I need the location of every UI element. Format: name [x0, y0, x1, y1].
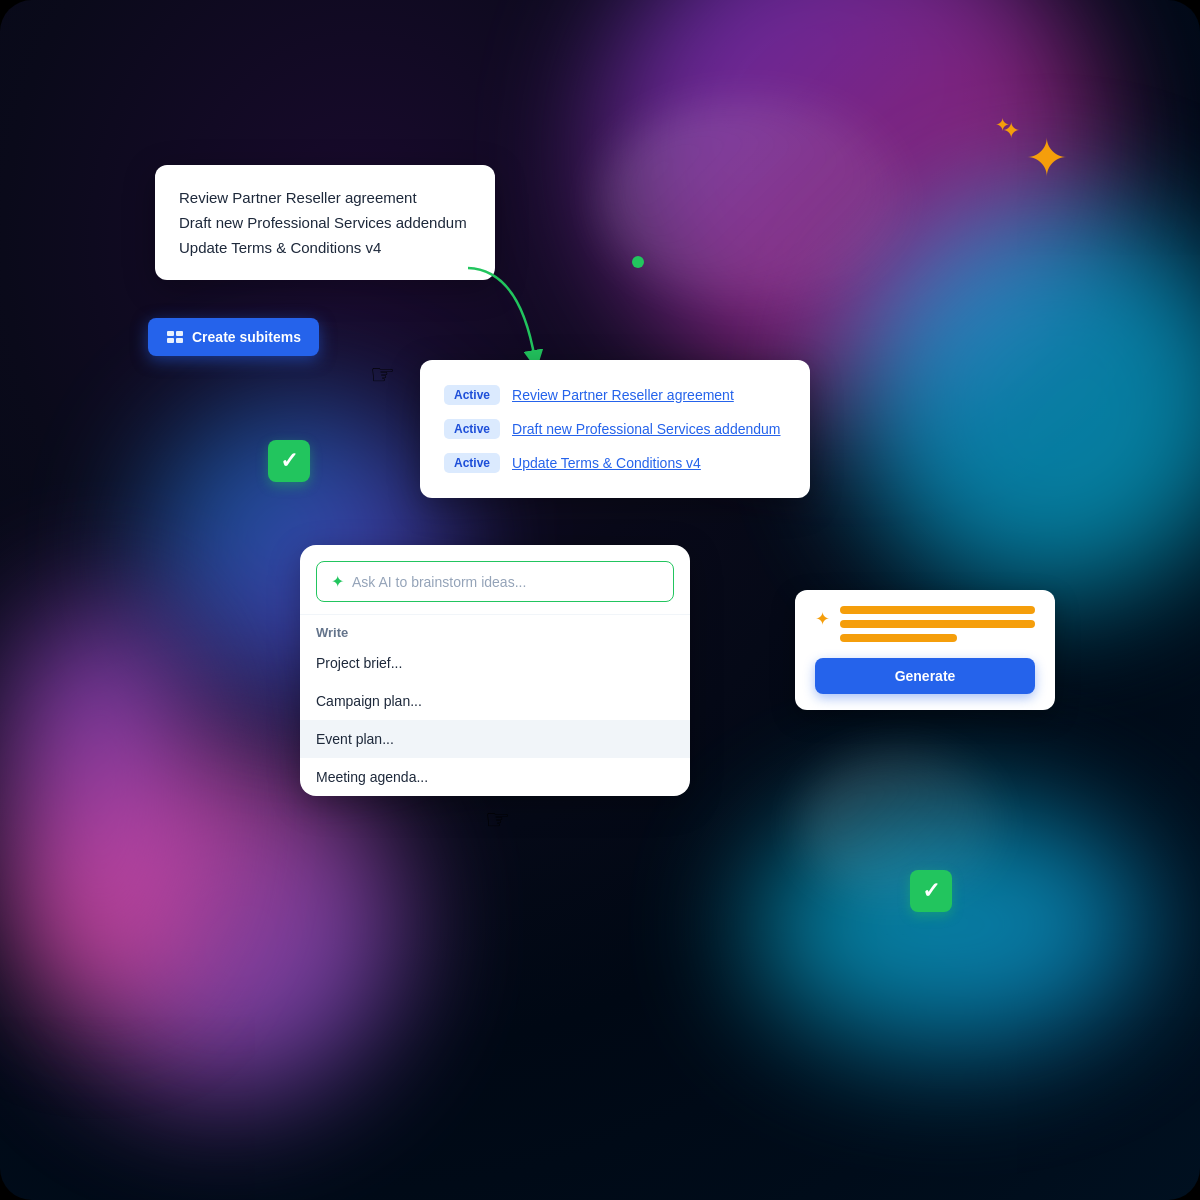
active-link-2[interactable]: Draft new Professional Services addendum — [512, 421, 780, 437]
cursor-pointer-2: ☞ — [485, 803, 510, 836]
task-item-2[interactable]: Draft new Professional Services addendum — [179, 210, 471, 235]
subitems-icon — [166, 328, 184, 346]
star-large-icon: ✦ — [1025, 128, 1069, 188]
active-row-2: Active Draft new Professional Services a… — [444, 412, 786, 446]
connector-dot — [632, 256, 644, 268]
ai-menu-campaign-plan[interactable]: Campaign plan... — [300, 682, 690, 720]
ai-input-placeholder: Ask AI to brainstorm ideas... — [352, 574, 526, 590]
generate-card: ✦ Generate — [795, 590, 1055, 710]
active-link-3[interactable]: Update Terms & Conditions v4 — [512, 455, 701, 471]
gen-line-1 — [840, 606, 1035, 614]
check-icon-2: ✓ — [922, 878, 940, 904]
tasks-card: Review Partner Reseller agreement Draft … — [155, 165, 495, 280]
gen-line-2 — [840, 620, 1035, 628]
check-badge-2: ✓ — [910, 870, 952, 912]
badge-active-1: Active — [444, 385, 500, 405]
task-item-1[interactable]: Review Partner Reseller agreement — [179, 185, 471, 210]
active-items-card: Active Review Partner Reseller agreement… — [420, 360, 810, 498]
generate-lines — [840, 606, 1035, 642]
svg-rect-3 — [176, 338, 183, 343]
create-subitems-label: Create subitems — [192, 329, 301, 345]
check-icon-1: ✓ — [280, 448, 298, 474]
ai-sparkle-icon: ✦ — [331, 572, 344, 591]
main-content: ✦ ✦ ✦ Review Partner Reseller agreement … — [0, 0, 1200, 1200]
badge-active-2: Active — [444, 419, 500, 439]
gen-line-3 — [840, 634, 957, 642]
svg-rect-1 — [176, 331, 183, 336]
cursor-pointer-1: ☞ — [370, 358, 395, 391]
svg-rect-0 — [167, 331, 174, 336]
create-subitems-button[interactable]: Create subitems — [148, 318, 319, 356]
star-small-2-icon: ✦ — [995, 114, 1010, 136]
ai-input-field[interactable]: ✦ Ask AI to brainstorm ideas... — [316, 561, 674, 602]
generate-sparkle-icon: ✦ — [815, 608, 830, 630]
active-link-1[interactable]: Review Partner Reseller agreement — [512, 387, 734, 403]
task-item-3[interactable]: Update Terms & Conditions v4 — [179, 235, 471, 260]
check-badge-1: ✓ — [268, 440, 310, 482]
ai-section-label: Write — [300, 615, 690, 644]
active-row-3: Active Update Terms & Conditions v4 — [444, 446, 786, 480]
active-row-1: Active Review Partner Reseller agreement — [444, 378, 786, 412]
badge-active-3: Active — [444, 453, 500, 473]
ai-brainstorm-card: ✦ Ask AI to brainstorm ideas... Write Pr… — [300, 545, 690, 796]
ai-menu-event-plan[interactable]: Event plan... — [300, 720, 690, 758]
generate-top: ✦ — [815, 606, 1035, 642]
ai-menu-meeting-agenda[interactable]: Meeting agenda... — [300, 758, 690, 796]
star-small-1-icon: ✦ — [1002, 118, 1020, 144]
generate-button[interactable]: Generate — [815, 658, 1035, 694]
svg-rect-2 — [167, 338, 174, 343]
ai-menu-project-brief[interactable]: Project brief... — [300, 644, 690, 682]
ai-input-wrapper: ✦ Ask AI to brainstorm ideas... — [300, 545, 690, 615]
